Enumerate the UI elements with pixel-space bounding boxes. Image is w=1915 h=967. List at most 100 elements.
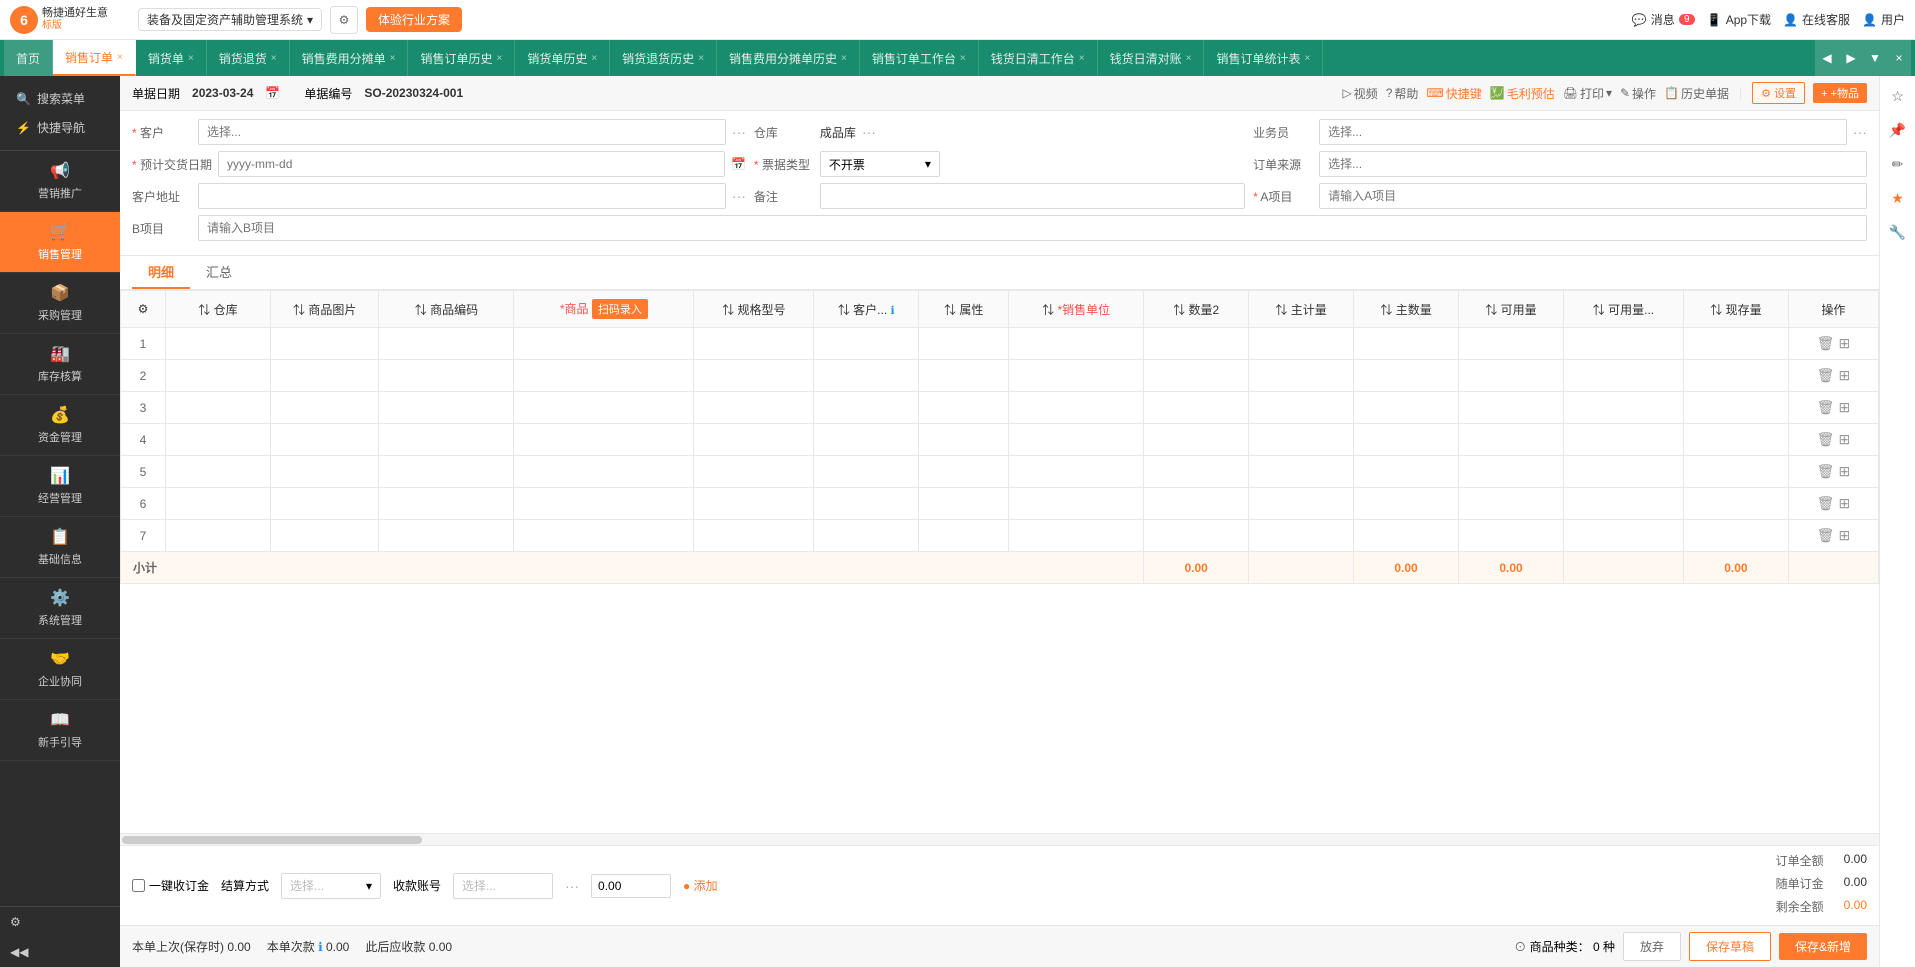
bank-account-select[interactable]: 选择... xyxy=(453,873,553,899)
delete-icon-1[interactable]: 🗑 xyxy=(1817,335,1835,352)
tab-daily-workbench[interactable]: 钱货日清工作台 × xyxy=(979,40,1098,76)
col-main-qty[interactable]: ⇅ 主数量 xyxy=(1354,291,1459,328)
delete-icon-4[interactable]: 🗑 xyxy=(1817,431,1835,448)
cell-main-qty-6[interactable] xyxy=(1354,488,1459,520)
tab-order-stats[interactable]: 销售订单统计表 × xyxy=(1204,40,1323,76)
cell-warehouse-5[interactable] xyxy=(165,456,270,488)
customer-input[interactable] xyxy=(198,119,726,145)
close-icon[interactable]: × xyxy=(1079,53,1085,64)
col-settings[interactable]: ⚙ xyxy=(121,291,166,328)
close-icon[interactable]: × xyxy=(496,53,502,64)
operation-btn[interactable]: ✎ 操作 xyxy=(1620,85,1656,102)
close-icon[interactable]: × xyxy=(1186,53,1192,64)
cell-qty2-6[interactable] xyxy=(1144,488,1249,520)
close-icon[interactable]: × xyxy=(1304,53,1310,64)
amount-input[interactable] xyxy=(591,874,671,898)
sidebar-item-sales[interactable]: 🛒 销售管理 xyxy=(0,212,120,273)
cell-code-1[interactable] xyxy=(379,328,514,360)
cell-qty2-2[interactable] xyxy=(1144,360,1249,392)
nav-close[interactable]: × xyxy=(1887,40,1911,76)
cell-attr-6[interactable] xyxy=(919,488,1009,520)
sidebar-item-enterprise[interactable]: 🤝 企业协同 xyxy=(0,639,120,700)
system-selector[interactable]: 装备及固定资产辅助管理系统 ▾ xyxy=(138,8,322,31)
close-icon[interactable]: × xyxy=(390,53,396,64)
tab-invoice-history[interactable]: 销货单历史 × xyxy=(515,40,610,76)
tab-sales-order[interactable]: 销售订单 × xyxy=(53,40,136,76)
customer-more-icon[interactable]: ··· xyxy=(732,124,746,140)
cell-attr-4[interactable] xyxy=(919,424,1009,456)
right-tool-2[interactable]: 📌 xyxy=(1882,114,1914,146)
col-qty2[interactable]: ⇅ 数量2 xyxy=(1144,291,1249,328)
salesman-input[interactable] xyxy=(1319,119,1847,145)
scroll-thumb[interactable] xyxy=(122,836,422,844)
close-icon[interactable]: × xyxy=(271,53,277,64)
delete-icon-7[interactable]: 🗑 xyxy=(1817,527,1835,544)
delete-icon-6[interactable]: 🗑 xyxy=(1817,495,1835,512)
scroll-area[interactable] xyxy=(120,833,1879,845)
discard-button[interactable]: 放弃 xyxy=(1623,932,1681,961)
remarks-input[interactable] xyxy=(820,183,1245,209)
cell-warehouse-3[interactable] xyxy=(165,392,270,424)
close-icon[interactable]: × xyxy=(960,53,966,64)
cell-warehouse-2[interactable] xyxy=(165,360,270,392)
notice-btn[interactable]: 💬 消息 9 xyxy=(1632,11,1695,28)
cell-qty2-7[interactable] xyxy=(1144,520,1249,552)
cell-attr-5[interactable] xyxy=(919,456,1009,488)
customer-address-input[interactable] xyxy=(198,183,726,209)
history-btn[interactable]: 📋 历史单据 xyxy=(1664,85,1729,102)
sidebar-item-inventory[interactable]: 🏭 库存核算 xyxy=(0,334,120,395)
cell-main-unit-1[interactable] xyxy=(1249,328,1354,360)
sidebar-item-quick-nav[interactable]: ⚡ 快捷导航 xyxy=(8,113,112,142)
cell-spec-3[interactable] xyxy=(694,392,814,424)
cell-code-4[interactable] xyxy=(379,424,514,456)
cell-customer-3[interactable] xyxy=(814,392,919,424)
cell-unit-2[interactable] xyxy=(1009,360,1144,392)
one-click-checkbox[interactable]: 一键收订金 xyxy=(132,877,209,894)
cell-main-qty-2[interactable] xyxy=(1354,360,1459,392)
current-info-icon[interactable]: ℹ xyxy=(318,940,323,954)
col-spec[interactable]: ⇅ 规格型号 xyxy=(694,291,814,328)
cell-unit-7[interactable] xyxy=(1009,520,1144,552)
cell-main-qty-5[interactable] xyxy=(1354,456,1459,488)
sidebar-item-finance[interactable]: 💰 资金管理 xyxy=(0,395,120,456)
col-customer-ref[interactable]: ⇅ 客户... ℹ xyxy=(814,291,919,328)
tab-expense-history[interactable]: 销售费用分摊单历史 × xyxy=(717,40,860,76)
right-tool-3[interactable]: ✏ xyxy=(1882,148,1914,180)
cell-product-6[interactable] xyxy=(514,488,694,520)
cell-unit-5[interactable] xyxy=(1009,456,1144,488)
cell-spec-5[interactable] xyxy=(694,456,814,488)
cell-product-1[interactable] xyxy=(514,328,694,360)
col-product[interactable]: *商品 扫码录入 xyxy=(514,291,694,328)
cell-qty2-1[interactable] xyxy=(1144,328,1249,360)
tab-home[interactable]: 首页 xyxy=(4,40,53,76)
sidebar-item-search[interactable]: 🔍 搜索菜单 xyxy=(8,84,112,113)
close-icon[interactable]: × xyxy=(117,52,123,63)
delete-icon-3[interactable]: 🗑 xyxy=(1817,399,1835,416)
cell-warehouse-1[interactable] xyxy=(165,328,270,360)
tab-daily-reconcile[interactable]: 钱货日清对账 × xyxy=(1098,40,1205,76)
close-icon[interactable]: × xyxy=(591,53,597,64)
close-icon[interactable]: × xyxy=(841,53,847,64)
right-tool-4[interactable]: ★ xyxy=(1882,182,1914,214)
one-click-checkbox-input[interactable] xyxy=(132,879,145,892)
tab-sales-return[interactable]: 销货退货 × xyxy=(207,40,290,76)
sidebar-item-purchase[interactable]: 📦 采购管理 xyxy=(0,273,120,334)
cell-attr-3[interactable] xyxy=(919,392,1009,424)
address-more-icon[interactable]: ··· xyxy=(732,188,746,204)
copy-icon-1[interactable]: ⊞ xyxy=(1838,335,1850,352)
shortcut-btn[interactable]: ⌨ 快捷键 xyxy=(1426,85,1481,102)
cell-main-unit-6[interactable] xyxy=(1249,488,1354,520)
date-picker-icon[interactable]: 📅 xyxy=(731,157,746,171)
copy-icon-4[interactable]: ⊞ xyxy=(1838,431,1850,448)
nav-next[interactable]: ▶ xyxy=(1839,40,1863,76)
print-btn[interactable]: 🖨 打印 ▾ xyxy=(1563,85,1612,102)
tab-return-history[interactable]: 销货退货历史 × xyxy=(610,40,717,76)
col-current-stock[interactable]: ⇅ 现存量 xyxy=(1683,291,1788,328)
cell-main-qty-3[interactable] xyxy=(1354,392,1459,424)
cell-customer-1[interactable] xyxy=(814,328,919,360)
cell-qty2-4[interactable] xyxy=(1144,424,1249,456)
col-attribute[interactable]: ⇅ 属性 xyxy=(919,291,1009,328)
profit-btn[interactable]: 💹 毛利预估 xyxy=(1490,85,1555,102)
cell-qty2-5[interactable] xyxy=(1144,456,1249,488)
delete-icon-2[interactable]: 🗑 xyxy=(1817,367,1835,384)
